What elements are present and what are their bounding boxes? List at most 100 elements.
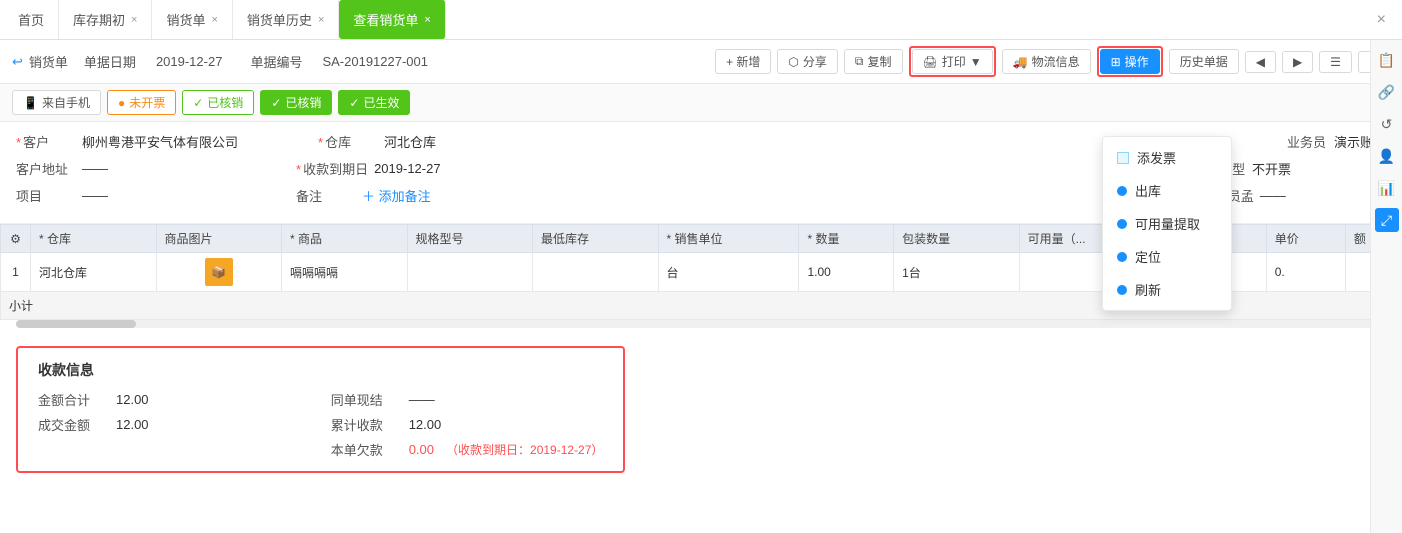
tab-view-sales[interactable]: 查看销货单 × — [339, 0, 445, 39]
quantity-col-header: * 数量 — [799, 225, 894, 253]
doc-type-icon: ↩ — [12, 54, 23, 70]
operation-highlight-box: ⊞ 操作 — [1097, 46, 1163, 77]
nav-prev-button[interactable]: ◀ — [1245, 51, 1276, 73]
date-value: 2019-12-27 — [156, 54, 223, 69]
dropdown-outbound[interactable]: 出库 — [1103, 174, 1231, 207]
transaction-row: 成交金额 12.00 — [38, 415, 311, 434]
transaction-label: 成交金额 — [38, 415, 108, 434]
doc-type: ↩ 销货单 — [12, 52, 68, 71]
verified-button[interactable]: ✓ 已核销 — [182, 90, 254, 115]
horizontal-scrollbar[interactable] — [16, 320, 1386, 328]
settlement-row: 同单现结 —— — [331, 390, 604, 409]
date-label: 单据日期 — [84, 52, 136, 71]
project-field: 项目 —— — [16, 186, 216, 205]
price-col-header: 单价 — [1266, 225, 1345, 253]
cumulative-value: 12.00 — [409, 417, 442, 432]
spec-col-header: 规格型号 — [407, 225, 533, 253]
operation-button[interactable]: ⊞ 操作 — [1100, 49, 1160, 74]
payment-date-field: 收款到期日 2019-12-27 — [296, 159, 496, 178]
new-button[interactable]: + 新增 — [715, 49, 771, 74]
mobile-icon: 📱 — [23, 96, 38, 110]
dropdown-available-extract[interactable]: 可用量提取 — [1103, 207, 1231, 240]
sidebar-user-icon[interactable]: 👤 — [1375, 144, 1399, 168]
nav-next-button[interactable]: ▶ — [1282, 51, 1313, 73]
row-spec — [407, 253, 533, 292]
settlement-value: —— — [409, 392, 435, 407]
not-invoiced-button[interactable]: ● 未开票 — [107, 90, 176, 115]
settlement-label: 同单现结 — [331, 390, 401, 409]
address-field: 客户地址 —— — [16, 159, 216, 178]
history-button[interactable]: 历史单据 — [1169, 49, 1239, 74]
due-note: （收款到期日：2019-12-27） — [446, 441, 603, 458]
action-row: 📱 来自手机 ● 未开票 ✓ 已核销 ✓ 已核销 ✓ 已生效 — [0, 84, 1402, 122]
copy-button[interactable]: ⧉ 复制 — [844, 49, 903, 74]
row-unit: 台 — [658, 253, 799, 292]
refresh-label: 刷新 — [1135, 280, 1161, 299]
row-image: 📦 — [156, 253, 282, 292]
add-note-button[interactable]: ＋ 添加备注 — [362, 186, 431, 205]
tab-sales-history-close[interactable]: × — [318, 14, 324, 26]
row-warehouse: 河北仓库 — [31, 253, 157, 292]
copy-icon: ⧉ — [855, 54, 864, 69]
payment-date-label: 收款到期日 — [296, 159, 368, 178]
dropdown-locate[interactable]: 定位 — [1103, 240, 1231, 273]
unit-col-header: * 销售单位 — [658, 225, 799, 253]
from-mobile-button[interactable]: 📱 来自手机 — [12, 90, 101, 115]
doc-type-label: 销货单 — [29, 52, 68, 71]
locate-icon — [1117, 252, 1127, 262]
plus-icon: ＋ — [362, 189, 375, 204]
settings-col-header: ⚙ — [1, 225, 31, 253]
sidebar-link-icon[interactable]: 🔗 — [1375, 80, 1399, 104]
dropdown-add-invoice[interactable]: 添发票 — [1103, 141, 1231, 174]
minstock-col-header: 最低库存 — [533, 225, 659, 253]
payment-grid: 金额合计 12.00 同单现结 —— 成交金额 12.00 累计收款 12.00… — [38, 390, 603, 459]
dropdown-refresh[interactable]: 刷新 — [1103, 273, 1231, 306]
print-button[interactable]: 🖨 打印 ▼ — [912, 49, 993, 74]
logistics-button[interactable]: 🚚 物流信息 — [1002, 49, 1091, 74]
project-value: —— — [82, 188, 108, 203]
warehouse-value: 河北仓库 — [384, 132, 436, 151]
due-row: 本单欠款 0.00 （收款到期日：2019-12-27） — [331, 440, 604, 459]
sidebar-expand-icon[interactable]: ⤢ — [1375, 208, 1399, 232]
tab-home[interactable]: 首页 — [8, 0, 59, 39]
share-button[interactable]: ⬡ 分享 — [777, 49, 838, 74]
total-value: 12.00 — [116, 392, 149, 407]
address-label: 客户地址 — [16, 159, 76, 178]
customer-label: 客户 — [16, 132, 76, 151]
verified2-button[interactable]: ✓ 已核销 — [260, 90, 332, 115]
packqty-col-header: 包装数量 — [894, 225, 1020, 253]
payment-title: 收款信息 — [38, 360, 603, 380]
note-field: 备注 ＋ 添加备注 — [296, 186, 496, 205]
share-icon: ⬡ — [788, 55, 798, 69]
truck-icon: 🚚 — [1013, 55, 1028, 69]
employee-label: 业务员 — [1287, 132, 1326, 151]
tab-sales-close[interactable]: × — [211, 14, 217, 26]
row-minstock — [533, 253, 659, 292]
sidebar-refresh-icon[interactable]: ↺ — [1375, 112, 1399, 136]
transaction-value: 12.00 — [116, 417, 149, 432]
row-num: 1 — [1, 253, 31, 292]
total-row: 金额合计 12.00 — [38, 390, 311, 409]
warehouse-label: 仓库 — [318, 132, 378, 151]
sidebar-chart-icon[interactable]: 📊 — [1375, 176, 1399, 200]
scrollbar-thumb[interactable] — [16, 320, 136, 328]
tab-inventory[interactable]: 库存期初 × — [59, 0, 152, 39]
circle-icon: ● — [118, 96, 125, 110]
number-label: 单据编号 — [250, 52, 302, 71]
view-list-button[interactable]: ☰ — [1319, 51, 1352, 73]
available-extract-label: 可用量提取 — [1135, 214, 1200, 233]
effective-button[interactable]: ✓ 已生效 — [338, 90, 410, 115]
tab-inventory-close[interactable]: × — [131, 14, 137, 26]
number-value: SA-20191227-001 — [322, 54, 428, 69]
tab-sales[interactable]: 销货单 × — [152, 0, 232, 39]
window-close-button[interactable]: × — [1369, 11, 1394, 29]
row-packqty: 1台 — [894, 253, 1020, 292]
address-value: —— — [82, 161, 108, 176]
project-label: 项目 — [16, 186, 76, 205]
cumulative-row: 累计收款 12.00 — [331, 415, 604, 434]
tab-sales-history[interactable]: 销货单历史 × — [233, 0, 339, 39]
locate-label: 定位 — [1135, 247, 1161, 266]
sidebar-copy-icon[interactable]: 📋 — [1375, 48, 1399, 72]
tab-view-sales-close[interactable]: × — [424, 14, 430, 26]
print-icon: 🖨 — [923, 55, 938, 69]
